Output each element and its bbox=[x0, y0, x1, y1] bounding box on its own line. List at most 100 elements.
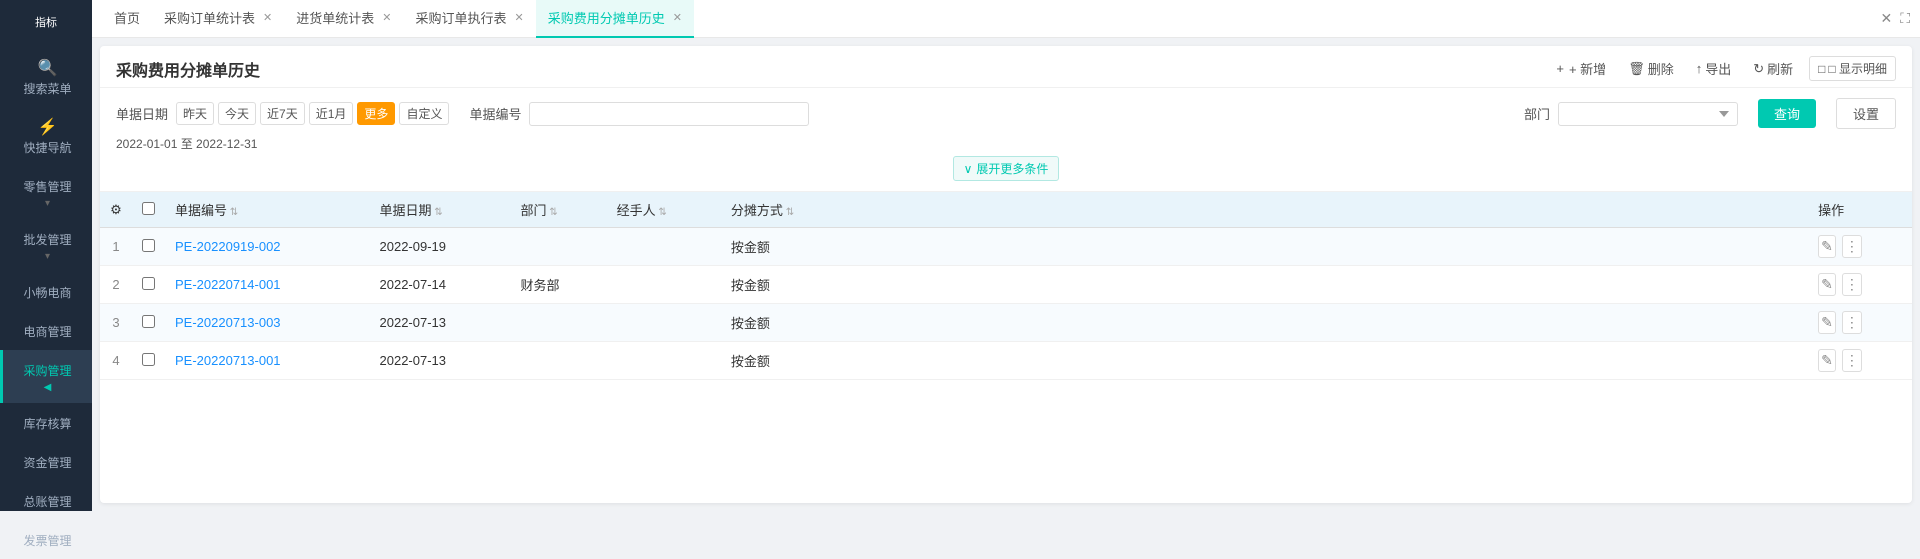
action-icons: ✎ ⋮ bbox=[1818, 349, 1902, 372]
sidebar-item-quicknav[interactable]: ⚡ 快捷导航 bbox=[0, 107, 92, 166]
sidebar-item-wholesale[interactable]: 批发管理 ▾ bbox=[0, 219, 92, 272]
doc-no-link[interactable]: PE-20220713-003 bbox=[175, 315, 281, 330]
expand-conditions-button[interactable]: ∨ 展开更多条件 bbox=[953, 156, 1060, 181]
col-handler[interactable]: 经手人 bbox=[607, 192, 721, 228]
split-method-cell: 按金额 bbox=[721, 304, 1808, 342]
search-area: 单据日期 昨天 今天 近7天 近1月 更多 自定义 单据编号 bbox=[100, 88, 1912, 192]
more-icon[interactable]: ⋮ bbox=[1842, 311, 1862, 334]
search-row-1: 单据日期 昨天 今天 近7天 近1月 更多 自定义 单据编号 bbox=[116, 98, 1896, 129]
tab-purchase-cost-history[interactable]: 采购费用分摊单历史 ✕ bbox=[536, 0, 694, 38]
dept-cell: 财务部 bbox=[510, 266, 606, 304]
date-btn-custom[interactable]: 自定义 bbox=[399, 102, 449, 125]
expand-label: 展开更多条件 bbox=[976, 160, 1048, 177]
refresh-icon: ↻ bbox=[1753, 61, 1764, 77]
split-method-cell: 按金额 bbox=[721, 266, 1808, 304]
edit-icon[interactable]: ✎ bbox=[1818, 235, 1836, 258]
sidebar-item-label: 电商管理 bbox=[7, 323, 88, 340]
edit-icon[interactable]: ✎ bbox=[1818, 273, 1836, 296]
refresh-button[interactable]: ↻ 刷新 bbox=[1747, 56, 1799, 81]
maximize-icon[interactable]: ⛶ bbox=[1900, 10, 1910, 27]
tab-close-icon[interactable]: ✕ bbox=[673, 11, 682, 24]
row-checkbox[interactable] bbox=[142, 239, 155, 252]
handler-cell bbox=[607, 266, 721, 304]
search-button[interactable]: 查询 bbox=[1758, 99, 1816, 128]
tab-close-icon[interactable]: ✕ bbox=[382, 11, 391, 24]
search-icon: 🔍 bbox=[38, 60, 58, 77]
edit-icon[interactable]: ✎ bbox=[1818, 311, 1836, 334]
dept-cell bbox=[510, 342, 606, 380]
doc-no-link[interactable]: PE-20220714-001 bbox=[175, 277, 281, 292]
sidebar-item-mobile[interactable]: 小畅电商 bbox=[0, 272, 92, 311]
sidebar-item-label: 零售管理 bbox=[7, 178, 88, 195]
tab-home[interactable]: 首页 bbox=[102, 0, 152, 38]
col-dept[interactable]: 部门 bbox=[510, 192, 606, 228]
col-doc-date[interactable]: 单据日期 bbox=[370, 192, 511, 228]
doc-date-cell: 2022-07-13 bbox=[370, 304, 511, 342]
date-btn-more[interactable]: 更多 bbox=[357, 102, 395, 125]
more-icon[interactable]: ⋮ bbox=[1842, 273, 1862, 296]
tab-purchase-order-stats[interactable]: 采购订单统计表 ✕ bbox=[152, 0, 284, 38]
date-btn-today[interactable]: 今天 bbox=[218, 102, 256, 125]
row-checkbox[interactable] bbox=[142, 315, 155, 328]
sidebar-item-inventory[interactable]: 库存核算 bbox=[0, 403, 92, 442]
col-split-method[interactable]: 分摊方式 bbox=[721, 192, 1808, 228]
close-all-icon[interactable]: ✕ bbox=[1880, 10, 1892, 27]
data-table-area: ⚙ 单据编号 单据日期 部门 经手人 分摊方式 操作 1 bbox=[100, 192, 1912, 503]
export-icon: ↑ bbox=[1696, 61, 1703, 76]
handler-cell bbox=[607, 228, 721, 266]
page-header: 采购费用分摊单历史 + + 新增 🗑 删除 ↑ 导出 ↻ 刷新 bbox=[100, 46, 1912, 88]
more-icon[interactable]: ⋮ bbox=[1842, 349, 1862, 372]
doc-no-link[interactable]: PE-20220919-002 bbox=[175, 239, 281, 254]
content-panel: 采购费用分摊单历史 + + 新增 🗑 删除 ↑ 导出 ↻ 刷新 bbox=[100, 46, 1912, 503]
export-button[interactable]: ↑ 导出 bbox=[1690, 56, 1738, 81]
split-method-cell: 按金额 bbox=[721, 228, 1808, 266]
tab-close-icon[interactable]: ✕ bbox=[515, 11, 524, 24]
tab-bar-actions: ✕ ⛶ bbox=[1880, 10, 1910, 27]
tab-inbound-stats[interactable]: 进货单统计表 ✕ bbox=[284, 0, 403, 38]
row-num: 4 bbox=[100, 342, 132, 380]
add-button[interactable]: + + 新增 bbox=[1550, 56, 1612, 81]
active-arrow-icon: ◀ bbox=[44, 382, 52, 393]
sidebar-item-purchase[interactable]: 采购管理 ◀ bbox=[0, 350, 92, 403]
edit-icon[interactable]: ✎ bbox=[1818, 349, 1836, 372]
delete-button[interactable]: 🗑 删除 bbox=[1622, 56, 1680, 81]
col-action: 操作 bbox=[1808, 192, 1912, 228]
col-checkbox bbox=[132, 192, 165, 228]
sidebar-item-retail[interactable]: 零售管理 ▾ bbox=[0, 166, 92, 219]
sidebar-item-label: 采购管理 bbox=[7, 362, 88, 379]
dept-select[interactable]: 财务部 bbox=[1558, 102, 1738, 126]
date-range-display: 2022-01-01 至 2022-12-31 bbox=[116, 135, 1896, 152]
row-checkbox[interactable] bbox=[142, 353, 155, 366]
tab-close-icon[interactable]: ✕ bbox=[263, 11, 272, 24]
sidebar-item-label: 库存核算 bbox=[7, 415, 88, 432]
date-btn-7days[interactable]: 近7天 bbox=[260, 102, 305, 125]
sidebar-item-finance[interactable]: 资金管理 bbox=[0, 442, 92, 481]
date-btn-yesterday[interactable]: 昨天 bbox=[176, 102, 214, 125]
date-btn-1month[interactable]: 近1月 bbox=[309, 102, 354, 125]
tab-purchase-order-exec[interactable]: 采购订单执行表 ✕ bbox=[403, 0, 535, 38]
checkbox-icon: □ bbox=[1818, 62, 1825, 76]
more-icon[interactable]: ⋮ bbox=[1842, 235, 1862, 258]
doc-date-cell: 2022-07-13 bbox=[370, 342, 511, 380]
doc-no-cell: PE-20220714-001 bbox=[165, 266, 370, 304]
sidebar-item-ledger[interactable]: 总账管理 bbox=[0, 481, 92, 520]
chevron-down-icon: ▾ bbox=[45, 251, 50, 262]
col-doc-no[interactable]: 单据编号 bbox=[165, 192, 370, 228]
doc-no-input[interactable] bbox=[529, 102, 809, 126]
quicknav-icon: ⚡ bbox=[38, 119, 58, 136]
dept-cell bbox=[510, 228, 606, 266]
dept-field: 部门 财务部 bbox=[1524, 102, 1738, 126]
row-num: 2 bbox=[100, 266, 132, 304]
settings-button[interactable]: 设置 bbox=[1836, 98, 1896, 129]
sidebar-logo: 指标 bbox=[31, 10, 61, 34]
sidebar-item-ecommerce[interactable]: 电商管理 bbox=[0, 311, 92, 350]
show-columns-button[interactable]: □ □ 显示明细 bbox=[1809, 56, 1896, 81]
select-all-checkbox[interactable] bbox=[142, 202, 155, 215]
row-checkbox[interactable] bbox=[142, 277, 155, 290]
sidebar-item-invoice[interactable]: 发票管理 bbox=[0, 520, 92, 559]
col-settings[interactable]: ⚙ bbox=[100, 192, 132, 228]
doc-no-link[interactable]: PE-20220713-001 bbox=[175, 353, 281, 368]
sidebar-item-search[interactable]: 🔍 搜索菜单 bbox=[0, 48, 92, 107]
date-range-text: 2022-01-01 至 2022-12-31 bbox=[116, 135, 257, 152]
chevron-down-icon: ▾ bbox=[45, 198, 50, 209]
